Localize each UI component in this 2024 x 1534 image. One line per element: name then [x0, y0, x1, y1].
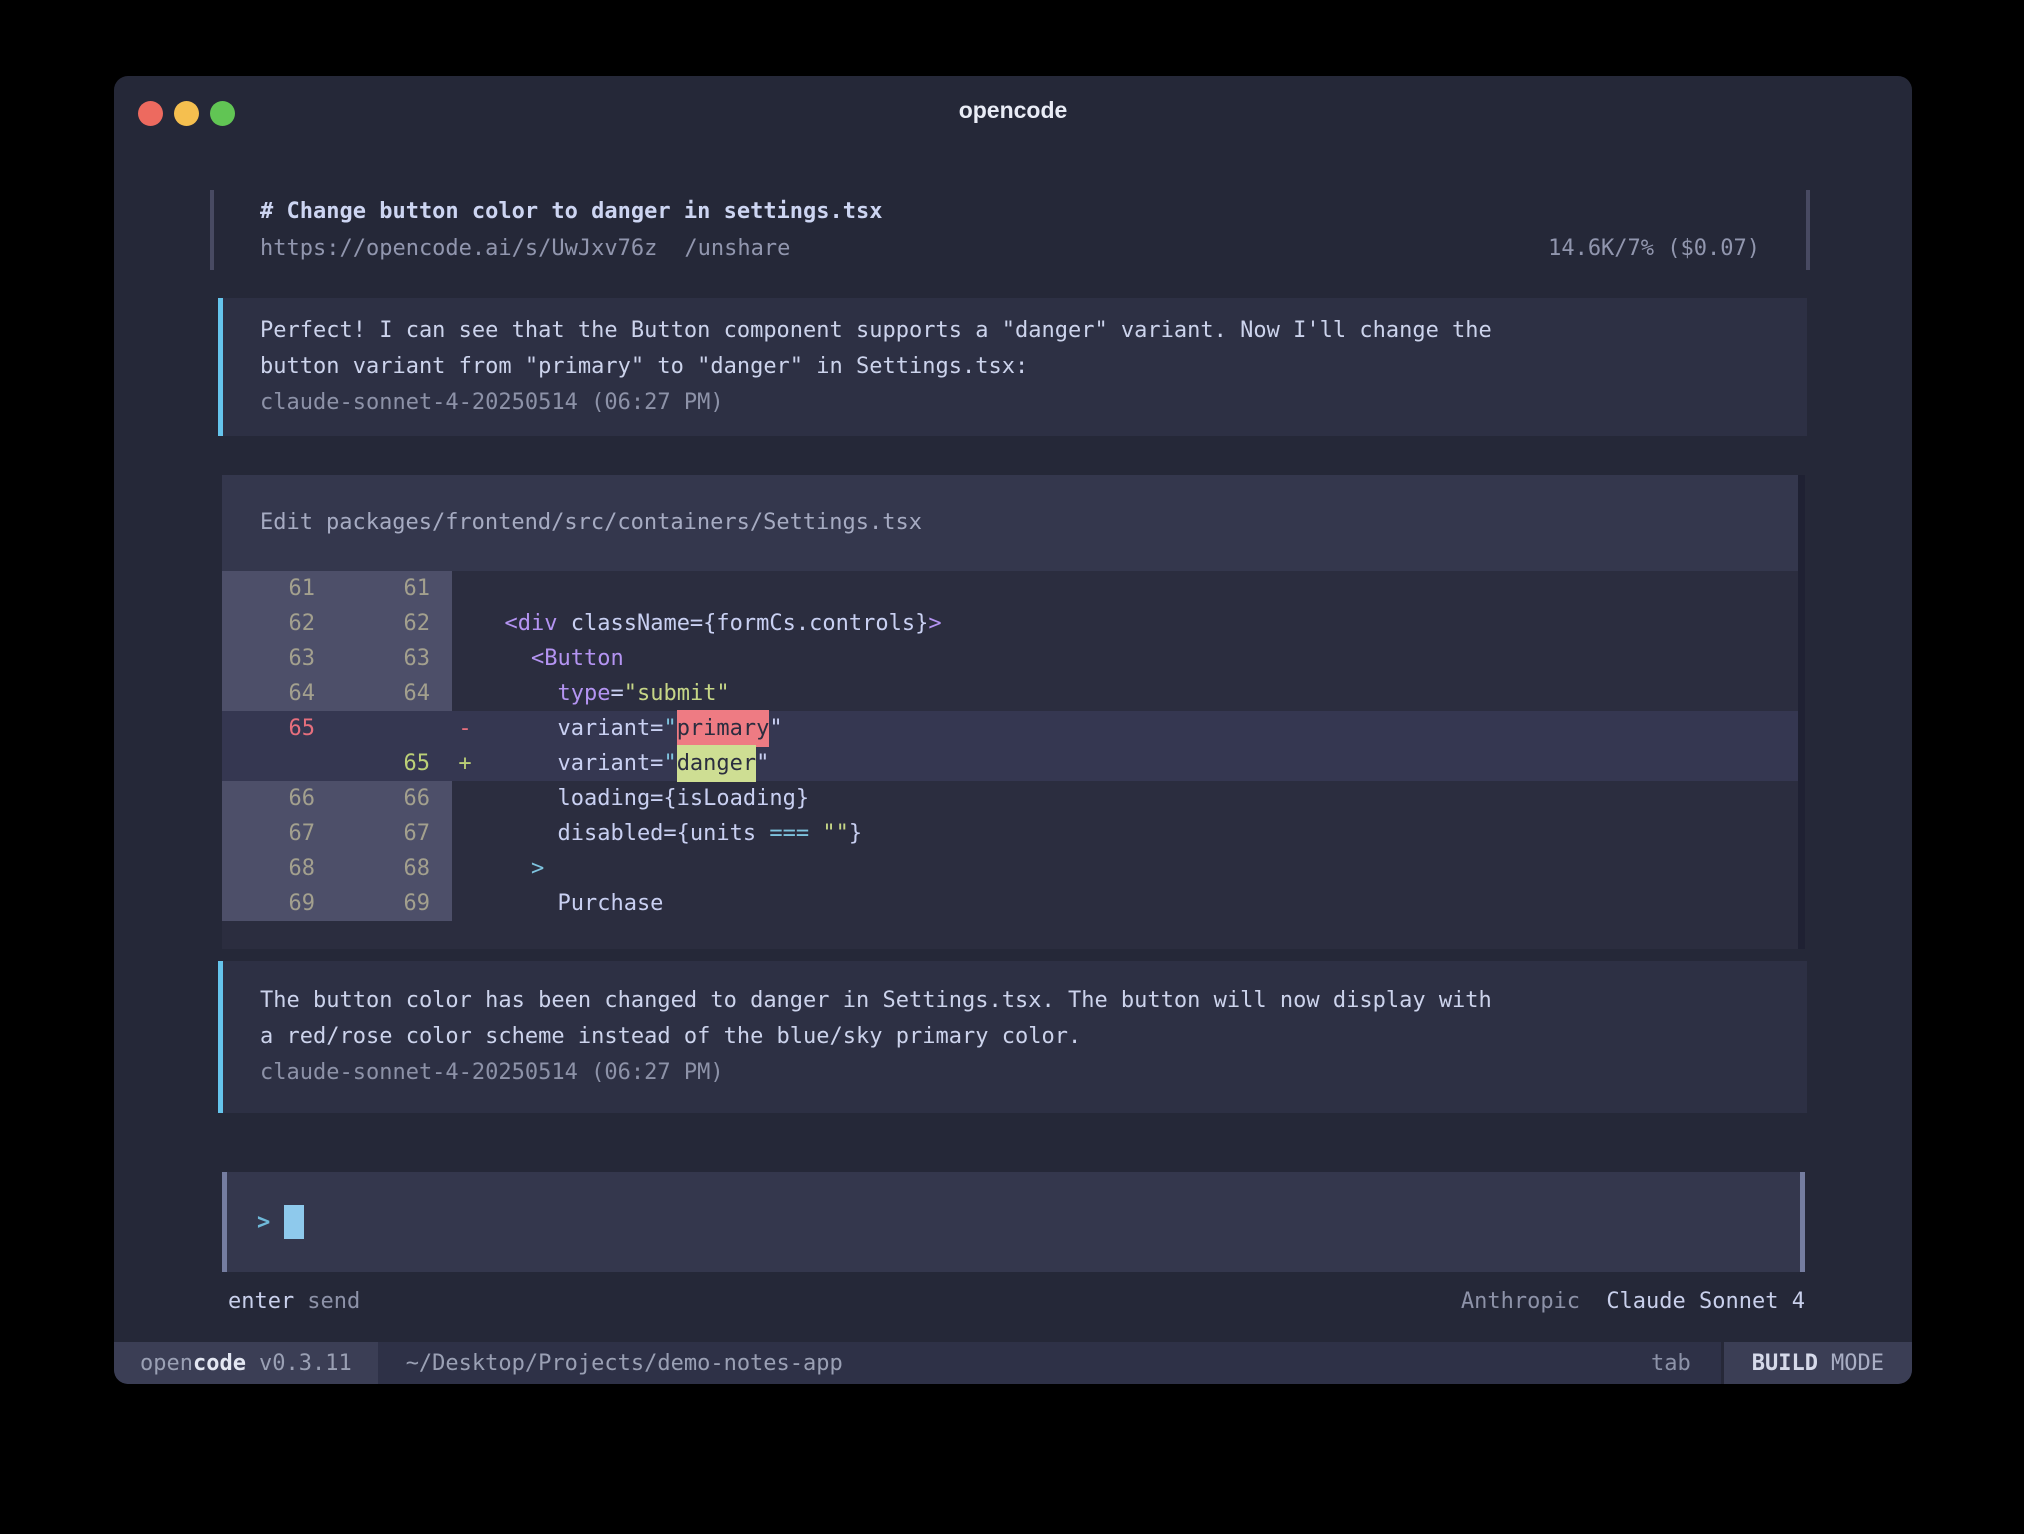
unshare-command[interactable]: /unshare	[684, 230, 790, 267]
app-version: v0.3.11	[259, 1351, 352, 1376]
prompt-input[interactable]: >	[222, 1172, 1805, 1272]
text-cursor	[284, 1205, 304, 1239]
model-info: Anthropic Claude Sonnet 4	[1461, 1284, 1805, 1320]
message-text: Perfect! I can see that the Button compo…	[260, 313, 1767, 385]
enter-key-hint: enter	[228, 1284, 294, 1320]
share-url[interactable]: https://opencode.ai/s/UwJxv76z	[260, 230, 657, 267]
diff-view: 61616262 <div className={formCs.controls…	[222, 571, 1805, 949]
edit-title: Edit packages/frontend/src/containers/Set…	[222, 475, 1805, 541]
session-header: # Change button color to danger in setti…	[210, 190, 1810, 270]
message-model-meta: claude-sonnet-4-20250514 (06:27 PM)	[260, 385, 1767, 421]
model-name: Claude Sonnet 4	[1606, 1289, 1805, 1314]
diff-row: 6161	[222, 571, 1805, 606]
provider-name: Anthropic	[1461, 1289, 1580, 1314]
hints-row: enter send Anthropic Claude Sonnet 4	[228, 1284, 1805, 1320]
diff-row: 6666 loading={isLoading}	[222, 781, 1805, 816]
edit-action-label: Edit	[260, 510, 313, 535]
edit-tool-card: Edit packages/frontend/src/containers/Set…	[222, 475, 1805, 949]
traffic-lights	[138, 101, 235, 126]
window-title: opencode	[114, 76, 1912, 144]
diff-row: 6363 <Button	[222, 641, 1805, 676]
status-bar: opencode v0.3.11 ~/Desktop/Projects/demo…	[114, 1342, 1912, 1384]
message-model-meta: claude-sonnet-4-20250514 (06:27 PM)	[260, 1055, 1767, 1091]
diff-rows: 61616262 <div className={formCs.controls…	[222, 571, 1805, 921]
app-version-segment: opencode v0.3.11	[114, 1342, 378, 1384]
app-window: opencode # Change button color to danger…	[114, 76, 1912, 1384]
mode-label: MODE	[1831, 1351, 1884, 1376]
diff-row: 6868 >	[222, 851, 1805, 886]
diff-row: 65- variant="primary"	[222, 711, 1805, 746]
working-directory: ~/Desktop/Projects/demo-notes-app	[406, 1351, 843, 1376]
minimize-window-button[interactable]	[174, 101, 199, 126]
diff-row: 6969 Purchase	[222, 886, 1805, 921]
send-action-hint: send	[307, 1284, 360, 1320]
session-title: # Change button color to danger in setti…	[260, 193, 1760, 230]
tab-key-hint[interactable]: tab	[1651, 1351, 1691, 1376]
zoom-window-button[interactable]	[210, 101, 235, 126]
mode-name: BUILD	[1752, 1351, 1818, 1376]
assistant-message: Perfect! I can see that the Button compo…	[218, 298, 1807, 436]
close-window-button[interactable]	[138, 101, 163, 126]
session-meta-row: https://opencode.ai/s/UwJxv76z /unshare …	[260, 230, 1760, 267]
diff-row: 65+ variant="danger"	[222, 746, 1805, 781]
token-usage: 14.6K/7% ($0.07)	[1548, 230, 1760, 267]
title-bar: opencode	[114, 76, 1912, 140]
prompt-symbol: >	[257, 1210, 270, 1235]
app-name-bold: code	[193, 1351, 246, 1376]
scrollbar-track[interactable]	[1798, 475, 1805, 949]
assistant-message: The button color has been changed to dan…	[218, 961, 1807, 1113]
diff-row: 6767 disabled={units === ""}	[222, 816, 1805, 851]
message-text: The button color has been changed to dan…	[260, 983, 1767, 1055]
edit-file-path: packages/frontend/src/containers/Setting…	[326, 510, 922, 535]
app-name-normal: open	[140, 1351, 193, 1376]
diff-row: 6464 type="submit"	[222, 676, 1805, 711]
mode-segment[interactable]: BUILD MODE	[1721, 1342, 1912, 1384]
diff-row: 6262 <div className={formCs.controls}>	[222, 606, 1805, 641]
